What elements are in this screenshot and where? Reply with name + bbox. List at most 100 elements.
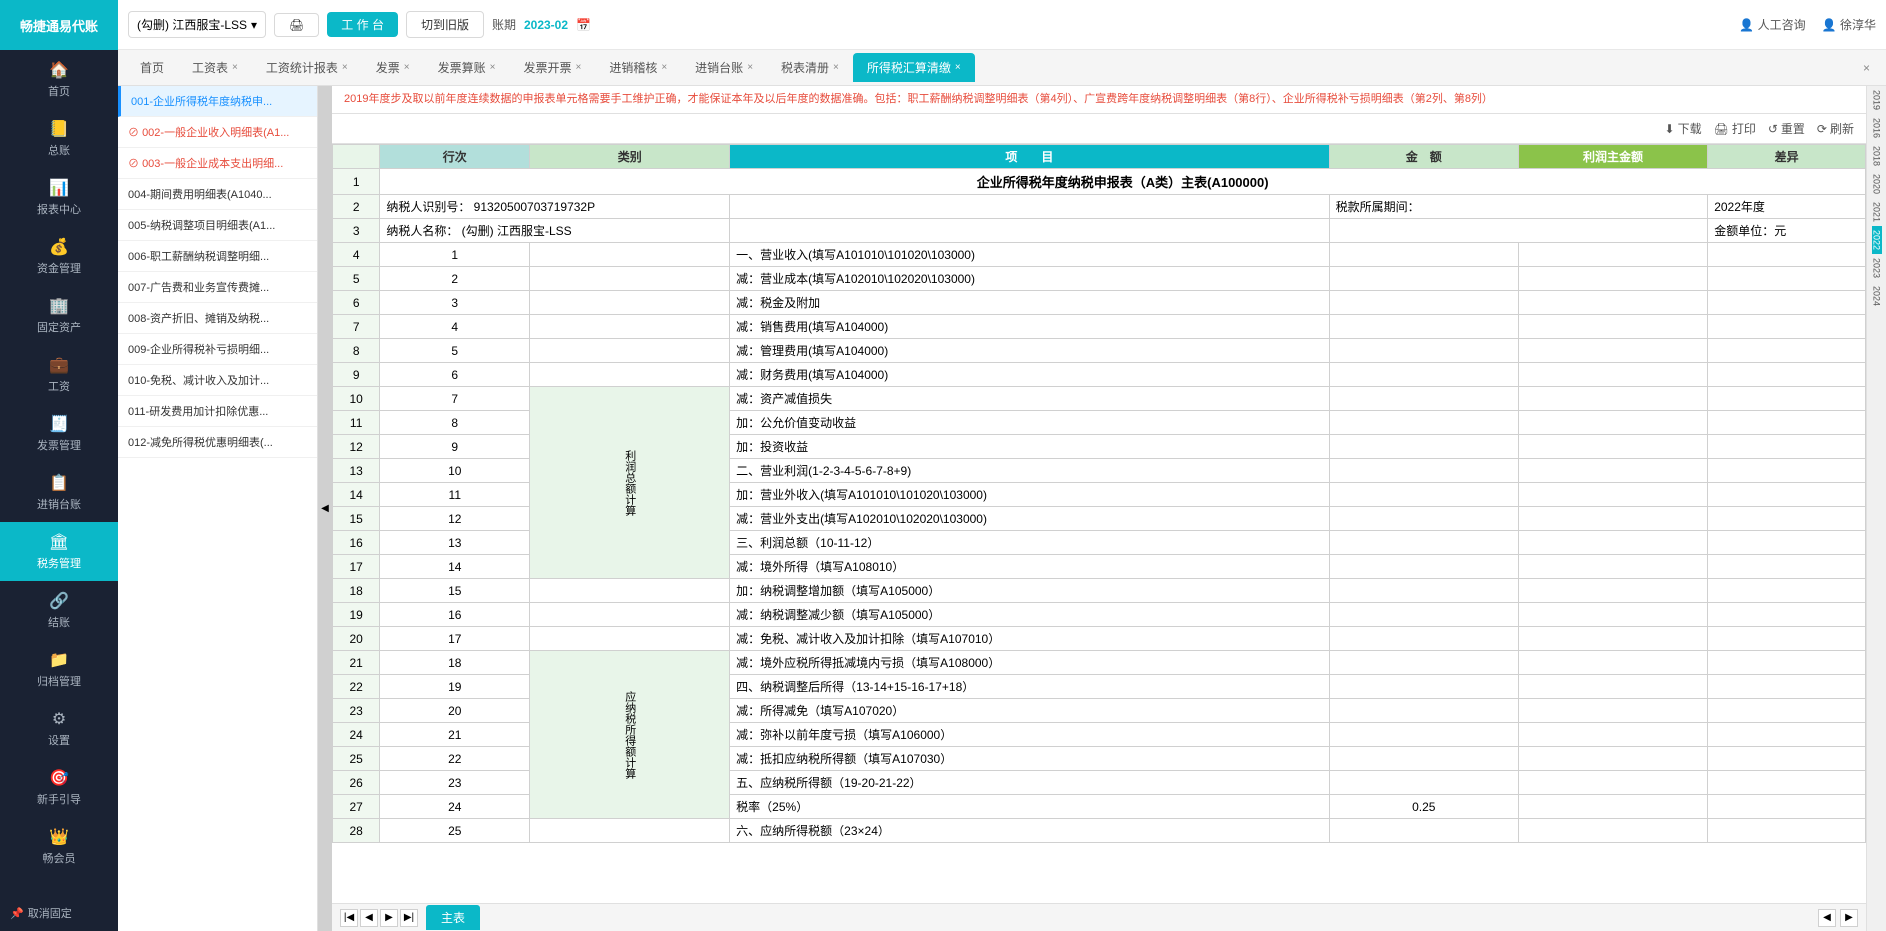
list-item-006[interactable]: 006-职工薪酬纳税调整明细... bbox=[118, 241, 317, 272]
amount-cell[interactable] bbox=[1329, 507, 1518, 531]
sidebar-item-vip[interactable]: 👑 畅会员 bbox=[0, 817, 118, 876]
profit-cell[interactable] bbox=[1518, 651, 1707, 675]
sheet-nav-last[interactable]: ▶| bbox=[400, 909, 418, 927]
profit-cell[interactable] bbox=[1518, 267, 1707, 291]
tab-income-tax[interactable]: 所得税汇算清缴 × bbox=[853, 53, 975, 82]
diff-cell[interactable] bbox=[1708, 579, 1866, 603]
diff-cell[interactable] bbox=[1708, 555, 1866, 579]
close-icon[interactable]: × bbox=[342, 62, 348, 73]
year-2021[interactable]: 2021 bbox=[1872, 198, 1882, 226]
close-icon[interactable]: × bbox=[661, 62, 667, 73]
diff-cell[interactable] bbox=[1708, 675, 1866, 699]
sidebar-item-reports[interactable]: 📊 报表中心 bbox=[0, 168, 118, 227]
tab-sales-ledger[interactable]: 进销台账 × bbox=[681, 53, 767, 82]
year-2024[interactable]: 2024 bbox=[1872, 282, 1882, 310]
close-icon[interactable]: × bbox=[955, 62, 961, 73]
item-cell[interactable]: 减：营业外支出(填写A102010\102020\103000) bbox=[730, 507, 1329, 531]
profit-cell[interactable] bbox=[1518, 747, 1707, 771]
profit-cell[interactable] bbox=[1518, 531, 1707, 555]
switch-old-button[interactable]: 切到旧版 bbox=[406, 11, 484, 38]
profit-cell[interactable] bbox=[1518, 675, 1707, 699]
amount-cell[interactable]: 0.25 bbox=[1329, 795, 1518, 819]
item-cell[interactable]: 税率（25%） bbox=[730, 795, 1329, 819]
close-icon[interactable]: × bbox=[490, 62, 496, 73]
item-cell[interactable]: 减：营业成本(填写A102010\102020\103000) bbox=[730, 267, 1329, 291]
sidebar-item-sales[interactable]: 📋 进销台账 bbox=[0, 463, 118, 522]
amount-cell[interactable] bbox=[1329, 531, 1518, 555]
year-2022[interactable]: 2022 bbox=[1872, 226, 1882, 254]
list-item-007[interactable]: 007-广告费和业务宣传费摊... bbox=[118, 272, 317, 303]
list-item-003[interactable]: ⊘ 003-一般企业成本支出明细... bbox=[118, 148, 317, 179]
unpin-button[interactable]: 📌 取消固定 bbox=[0, 895, 118, 931]
profit-cell[interactable] bbox=[1518, 819, 1707, 843]
tab-invoice-open[interactable]: 发票开票 × bbox=[509, 53, 595, 82]
item-cell[interactable]: 五、应纳税所得额（19-20-21-22） bbox=[730, 771, 1329, 795]
workbench-button[interactable]: 工 作 台 bbox=[327, 12, 398, 37]
company-selector[interactable]: (勾删) 江西服宝-LSS ▾ bbox=[128, 11, 266, 38]
profit-cell[interactable] bbox=[1518, 411, 1707, 435]
amount-cell[interactable] bbox=[1329, 675, 1518, 699]
list-item-009[interactable]: 009-企业所得税补亏损明细... bbox=[118, 334, 317, 365]
amount-cell[interactable] bbox=[1329, 339, 1518, 363]
item-cell[interactable]: 三、利润总额（10-11-12） bbox=[730, 531, 1329, 555]
diff-cell[interactable] bbox=[1708, 483, 1866, 507]
close-icon[interactable]: × bbox=[575, 62, 581, 73]
item-cell[interactable]: 减：境外所得（填写A108010） bbox=[730, 555, 1329, 579]
amount-cell[interactable] bbox=[1329, 627, 1518, 651]
profit-cell[interactable] bbox=[1518, 627, 1707, 651]
tab-tax-clear[interactable]: 税表清册 × bbox=[767, 53, 853, 82]
reset-button[interactable]: ↺ 重置 bbox=[1768, 120, 1805, 137]
year-2023[interactable]: 2023 bbox=[1872, 254, 1882, 282]
list-item-004[interactable]: 004-期间费用明细表(A1040... bbox=[118, 179, 317, 210]
profit-cell[interactable] bbox=[1518, 603, 1707, 627]
list-item-008[interactable]: 008-资产折旧、摊销及纳税... bbox=[118, 303, 317, 334]
download-button[interactable]: ⬇ 下载 bbox=[1665, 120, 1702, 137]
profit-cell[interactable] bbox=[1518, 435, 1707, 459]
profit-cell[interactable] bbox=[1518, 579, 1707, 603]
diff-cell[interactable] bbox=[1708, 291, 1866, 315]
sidebar-item-funds[interactable]: 💰 资金管理 bbox=[0, 227, 118, 286]
tab-payroll[interactable]: 工资表 × bbox=[178, 53, 252, 82]
item-cell[interactable]: 减：销售费用(填写A104000) bbox=[730, 315, 1329, 339]
item-cell[interactable]: 减：境外应税所得抵减境内亏损（填写A108000） bbox=[730, 651, 1329, 675]
item-cell[interactable]: 减：抵扣应纳税所得额（填写A107030） bbox=[730, 747, 1329, 771]
sidebar-item-archive[interactable]: 📁 归档管理 bbox=[0, 640, 118, 699]
amount-cell[interactable] bbox=[1329, 819, 1518, 843]
amount-cell[interactable] bbox=[1329, 699, 1518, 723]
collapse-panel-btn[interactable]: ◀ bbox=[318, 86, 332, 931]
profit-cell[interactable] bbox=[1518, 507, 1707, 531]
close-icon[interactable]: × bbox=[833, 62, 839, 73]
item-cell[interactable]: 减：财务费用(填写A104000) bbox=[730, 363, 1329, 387]
print-icon-btn[interactable]: 🖨 bbox=[274, 13, 319, 37]
sidebar-item-settings[interactable]: ⚙ 设置 bbox=[0, 699, 118, 758]
diff-cell[interactable] bbox=[1708, 387, 1866, 411]
diff-cell[interactable] bbox=[1708, 627, 1866, 651]
profit-cell[interactable] bbox=[1518, 339, 1707, 363]
profit-cell[interactable] bbox=[1518, 363, 1707, 387]
item-cell[interactable]: 六、应纳所得税额（23×24） bbox=[730, 819, 1329, 843]
amount-cell[interactable] bbox=[1329, 435, 1518, 459]
amount-cell[interactable] bbox=[1329, 651, 1518, 675]
tab-payroll-stats[interactable]: 工资统计报表 × bbox=[252, 53, 362, 82]
profit-cell[interactable] bbox=[1518, 771, 1707, 795]
amount-cell[interactable] bbox=[1329, 315, 1518, 339]
item-cell[interactable]: 减：所得减免（填写A107020） bbox=[730, 699, 1329, 723]
close-window-btn[interactable]: × bbox=[1855, 61, 1878, 75]
diff-cell[interactable] bbox=[1708, 747, 1866, 771]
diff-cell[interactable] bbox=[1708, 411, 1866, 435]
sheet-nav-prev[interactable]: ◀ bbox=[360, 909, 378, 927]
profit-cell[interactable] bbox=[1518, 243, 1707, 267]
sidebar-item-payroll[interactable]: 💼 工资 bbox=[0, 345, 118, 404]
sidebar-item-tax[interactable]: 🏛 税务管理 bbox=[0, 522, 118, 581]
item-cell[interactable]: 一、营业收入(填写A101010\101020\103000) bbox=[730, 243, 1329, 267]
item-cell[interactable]: 加：公允价值变动收益 bbox=[730, 411, 1329, 435]
list-item-012[interactable]: 012-减免所得税优惠明细表(... bbox=[118, 427, 317, 458]
sheet-nav-next[interactable]: ▶ bbox=[380, 909, 398, 927]
item-cell[interactable]: 减：纳税调整减少额（填写A105000） bbox=[730, 603, 1329, 627]
diff-cell[interactable] bbox=[1708, 723, 1866, 747]
year-2018[interactable]: 2018 bbox=[1872, 142, 1882, 170]
item-cell[interactable]: 减：税金及附加 bbox=[730, 291, 1329, 315]
item-cell[interactable]: 减：资产减值损失 bbox=[730, 387, 1329, 411]
amount-cell[interactable] bbox=[1329, 363, 1518, 387]
diff-cell[interactable] bbox=[1708, 435, 1866, 459]
